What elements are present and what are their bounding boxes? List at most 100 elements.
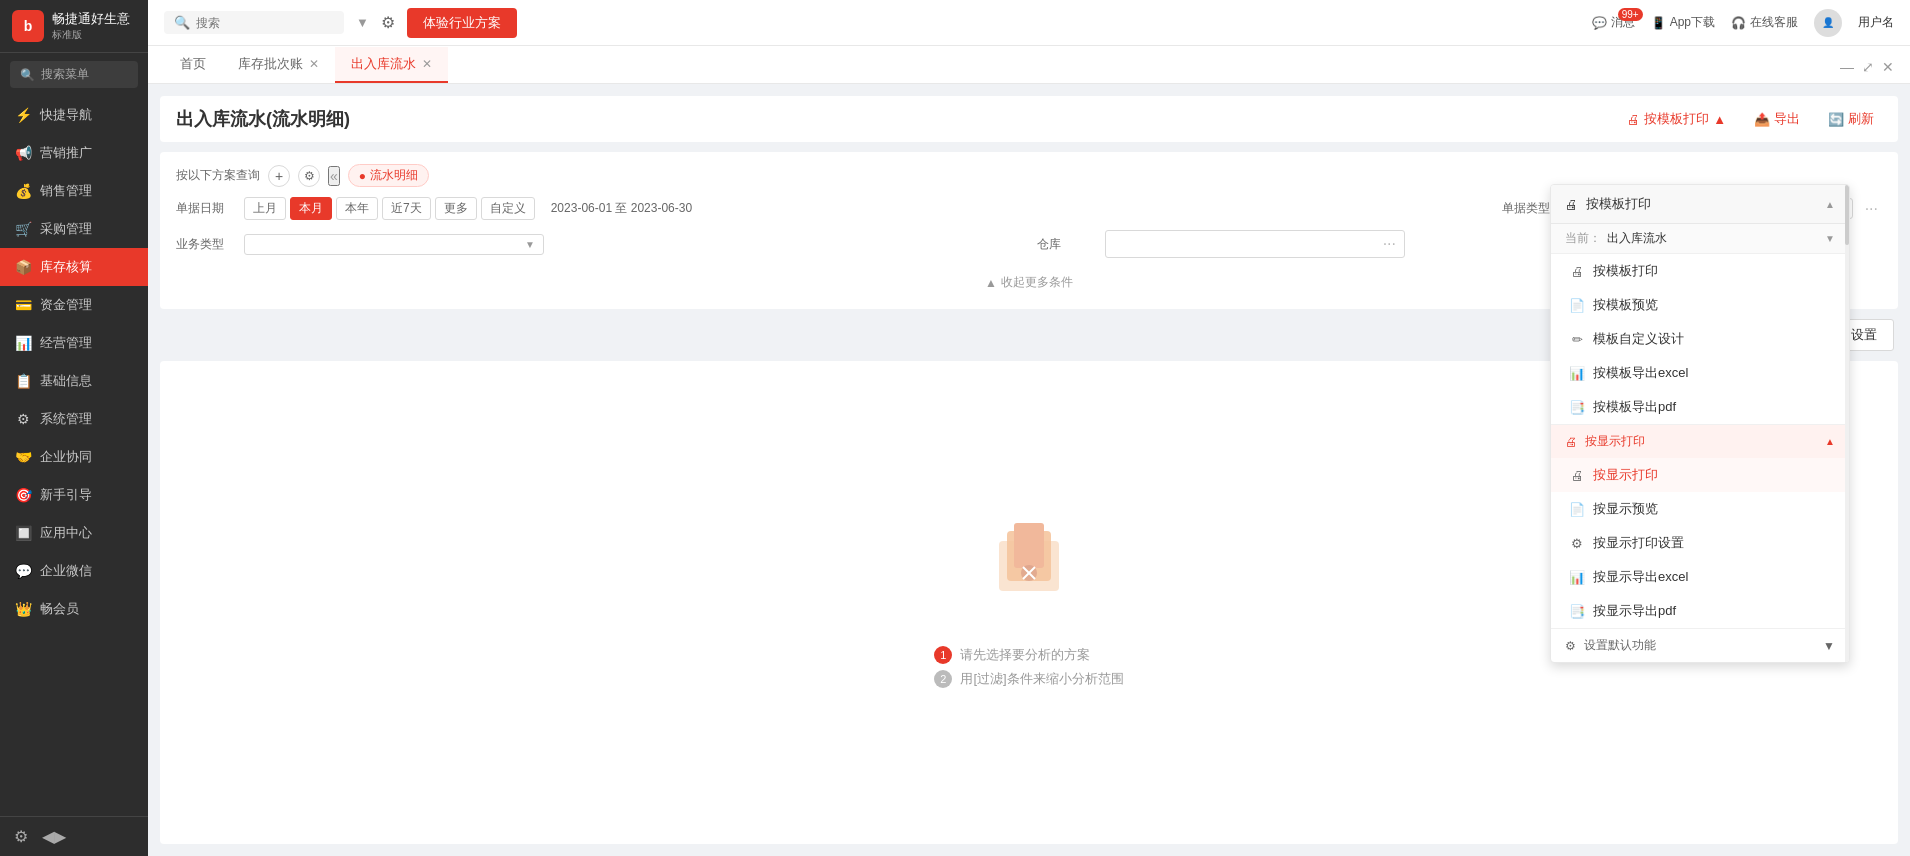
display-export-pdf-item[interactable]: 📑 按显示导出pdf [1551, 594, 1849, 628]
display-export-excel-item[interactable]: 📊 按显示导出excel [1551, 560, 1849, 594]
marketing-icon: 📢 [14, 144, 32, 162]
tab-home[interactable]: 首页 [164, 47, 222, 83]
quick-nav-icon: ⚡ [14, 106, 32, 124]
template-print-item[interactable]: 🖨 按模板打印 [1551, 254, 1849, 288]
system-icon: ⚙ [14, 410, 32, 428]
display-print-settings-item[interactable]: ⚙ 按显示打印设置 [1551, 526, 1849, 560]
display-settings-icon: ⚙ [1569, 535, 1585, 551]
filter-add-button[interactable]: + [268, 165, 290, 187]
app-logo-text: 畅捷通好生意 标准版 [52, 10, 130, 42]
tab-flow-close[interactable]: ✕ [422, 57, 432, 71]
app-download-button[interactable]: 📱 App下载 [1651, 14, 1715, 31]
filter-tag-flow-detail[interactable]: ● 流水明细 [348, 164, 429, 187]
dropdown-footer[interactable]: ⚙ 设置默认功能 ▼ [1551, 629, 1849, 662]
empty-state-icon [979, 511, 1079, 630]
basics-icon: 📋 [14, 372, 32, 390]
sidebar-item-quick-nav[interactable]: ⚡ 快捷导航 [0, 96, 148, 134]
dropdown-header[interactable]: 🖨 按模板打印 ▲ [1551, 185, 1849, 224]
close-icon[interactable]: ✕ [1882, 59, 1894, 75]
user-avatar[interactable]: 👤 [1814, 9, 1842, 37]
sidebar-navigation: ⚡ 快捷导航 📢 营销推广 💰 销售管理 🛒 采购管理 📦 库存核算 💳 资金管… [0, 96, 148, 816]
footer-collapse-icon[interactable]: ◀▶ [42, 827, 66, 846]
display-preview-icon: 📄 [1569, 501, 1585, 517]
empty-step-2: 2 用[过滤]条件来缩小分析范围 [934, 670, 1123, 688]
member-icon: 👑 [14, 600, 32, 618]
custom-date-button[interactable]: 自定义 [481, 197, 535, 220]
industry-solution-button[interactable]: 体验行业方案 [407, 8, 517, 38]
topbar-search-input[interactable] [196, 16, 316, 30]
tab-batch-account[interactable]: 库存批次账 ✕ [222, 47, 335, 83]
template-custom-item[interactable]: ✏ 模板自定义设计 [1551, 322, 1849, 356]
headset-icon: 🎧 [1731, 16, 1746, 30]
display-print-header-icon: 🖨 [1565, 435, 1577, 449]
dropdown-title: 🖨 按模板打印 [1565, 195, 1651, 213]
filter-settings-button[interactable]: ⚙ [298, 165, 320, 187]
display-print-section: 🖨 按显示打印 ▲ 🖨 按显示打印 📄 按显示预览 ⚙ 按显示打印设置 [1551, 425, 1849, 629]
display-print-header[interactable]: 🖨 按显示打印 ▲ [1551, 425, 1849, 458]
current-template-row: 当前： 出入库流水 ▼ [1551, 224, 1849, 254]
sidebar-item-app-center[interactable]: 🔲 应用中心 [0, 514, 148, 552]
message-icon: 💬 [1592, 16, 1607, 30]
sidebar-item-guide[interactable]: 🎯 新手引导 [0, 476, 148, 514]
sidebar-item-member[interactable]: 👑 畅会员 [0, 590, 148, 628]
wechat-icon: 💬 [14, 562, 32, 580]
page-title: 出入库流水(流水明细) [176, 107, 350, 131]
sidebar-item-system[interactable]: ⚙ 系统管理 [0, 400, 148, 438]
tab-flow[interactable]: 出入库流水 ✕ [335, 47, 448, 83]
warehouse-select[interactable]: ··· [1105, 230, 1405, 258]
message-button[interactable]: 💬 消息 99+ [1592, 14, 1635, 31]
empty-steps-list: 1 请先选择要分析的方案 2 用[过滤]条件来缩小分析范围 [934, 646, 1123, 694]
search-menu-button[interactable]: 🔍 搜索菜单 [10, 61, 138, 88]
sidebar-item-sales[interactable]: 💰 销售管理 [0, 172, 148, 210]
sidebar-item-operations[interactable]: 📊 经营管理 [0, 324, 148, 362]
sidebar-item-enterprise[interactable]: 🤝 企业协同 [0, 438, 148, 476]
filter-collapse-button[interactable]: « [328, 166, 340, 186]
enterprise-icon: 🤝 [14, 448, 32, 466]
business-type-select[interactable]: ▼ [244, 234, 544, 255]
default-settings-icon: ⚙ [1565, 639, 1576, 653]
topbar-settings-button[interactable]: ⚙ [381, 13, 395, 32]
warehouse-label: 仓库 [1037, 236, 1097, 253]
sales-icon: 💰 [14, 182, 32, 200]
current-value: 出入库流水 [1607, 230, 1667, 247]
display-excel-icon: 📊 [1569, 569, 1585, 585]
sidebar: b 畅捷通好生意 标准版 🔍 搜索菜单 ⚡ 快捷导航 📢 营销推广 💰 销售管理… [0, 0, 148, 856]
template-print-button[interactable]: 🖨 按模板打印 ▲ [1619, 106, 1734, 132]
refresh-button[interactable]: 🔄 刷新 [1820, 106, 1882, 132]
template-print-icon: 🖨 [1569, 263, 1585, 279]
this-year-button[interactable]: 本年 [336, 197, 378, 220]
template-export-pdf-item[interactable]: 📑 按模板导出pdf [1551, 390, 1849, 424]
current-label: 当前： [1565, 230, 1601, 247]
maximize-icon[interactable]: ⤢ [1862, 59, 1874, 75]
topbar-search-icon: 🔍 [174, 15, 190, 30]
topbar-dropdown-arrow[interactable]: ▼ [356, 15, 369, 30]
template-preview-item[interactable]: 📄 按模板预览 [1551, 288, 1849, 322]
voucher-type-more-icon[interactable]: ··· [1861, 200, 1882, 218]
display-print-item[interactable]: 🖨 按显示打印 [1551, 458, 1849, 492]
customer-service-button[interactable]: 🎧 在线客服 [1731, 14, 1798, 31]
footer-settings-icon[interactable]: ⚙ [14, 827, 28, 846]
topbar-search-box[interactable]: 🔍 [164, 11, 344, 34]
date-filter-field: 单据日期 上月 本月 本年 近7天 更多 自定义 2023-06-01 至 20… [176, 197, 1486, 220]
minimize-icon[interactable]: — [1840, 59, 1854, 75]
sidebar-item-basics[interactable]: 📋 基础信息 [0, 362, 148, 400]
sidebar-item-purchase[interactable]: 🛒 采购管理 [0, 210, 148, 248]
7days-button[interactable]: 近7天 [382, 197, 431, 220]
page-title-bar: 出入库流水(流水明细) 🖨 按模板打印 ▲ 📤 导出 🔄 刷新 [160, 96, 1898, 142]
last-month-button[interactable]: 上月 [244, 197, 286, 220]
template-export-excel-item[interactable]: 📊 按模板导出excel [1551, 356, 1849, 390]
printer-dropdown-icon: 🖨 [1565, 197, 1578, 212]
sidebar-item-wechat[interactable]: 💬 企业微信 [0, 552, 148, 590]
sidebar-item-marketing[interactable]: 📢 营销推广 [0, 134, 148, 172]
tab-batch-account-close[interactable]: ✕ [309, 57, 319, 71]
dropdown-arrow-up: ▲ [1825, 199, 1835, 210]
finance-icon: 💳 [14, 296, 32, 314]
export-button[interactable]: 📤 导出 [1746, 106, 1808, 132]
more-date-button[interactable]: 更多 [435, 197, 477, 220]
this-month-button[interactable]: 本月 [290, 197, 332, 220]
display-preview-item[interactable]: 📄 按显示预览 [1551, 492, 1849, 526]
message-badge: 99+ [1618, 8, 1643, 21]
dropdown-scrollbar[interactable] [1845, 185, 1849, 662]
sidebar-item-finance[interactable]: 💳 资金管理 [0, 286, 148, 324]
sidebar-item-inventory[interactable]: 📦 库存核算 [0, 248, 148, 286]
